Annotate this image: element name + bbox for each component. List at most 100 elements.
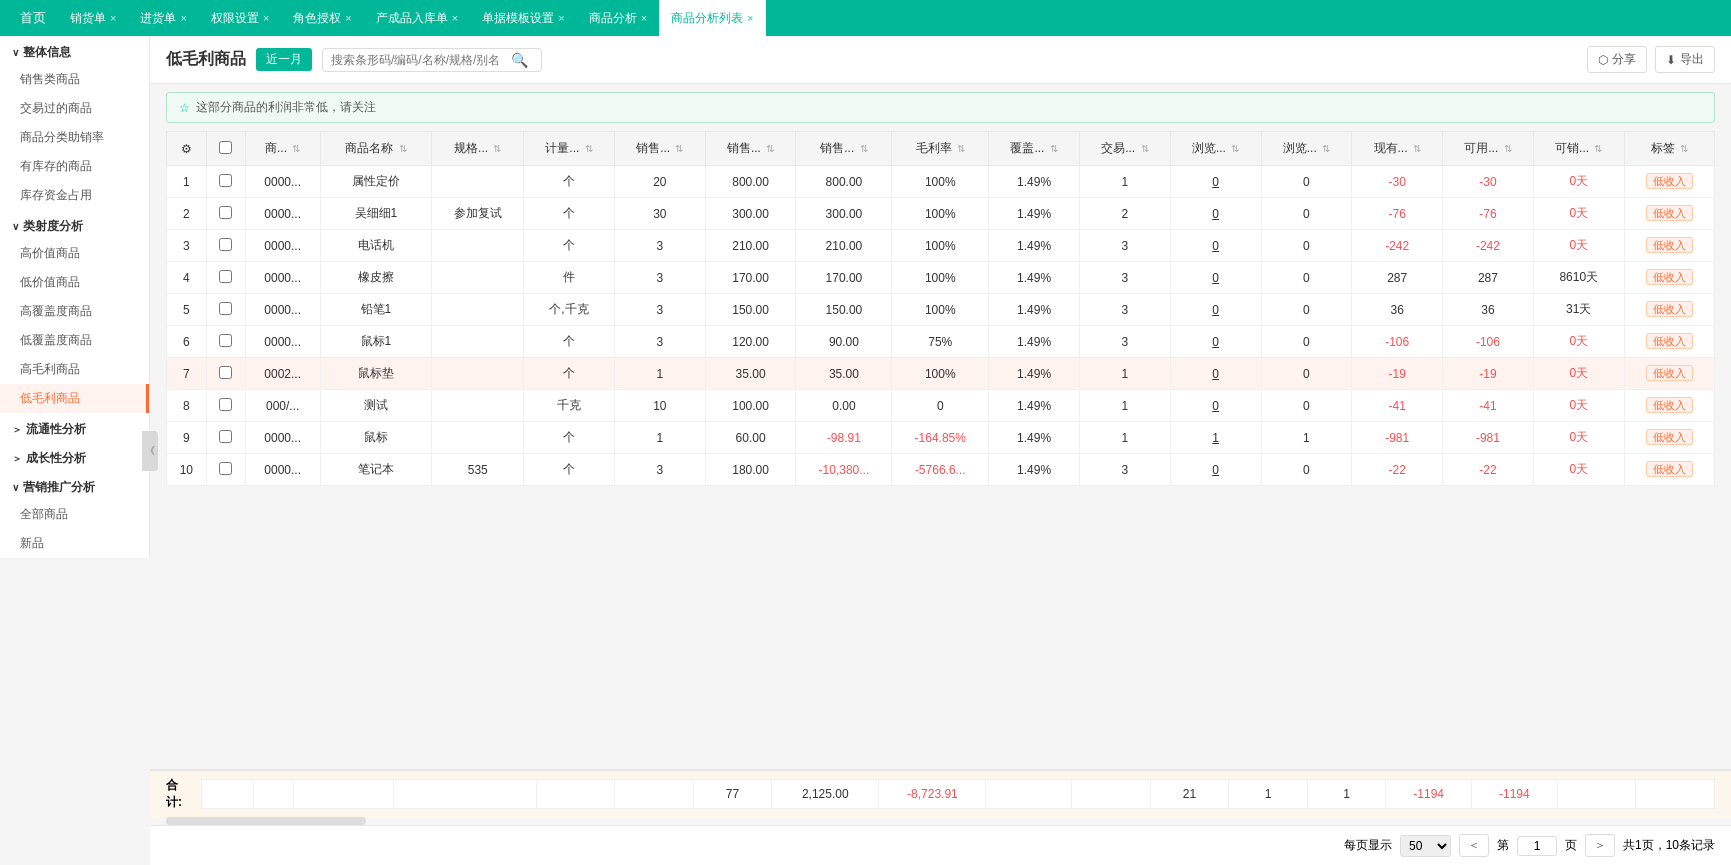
close-permission-icon[interactable]: × bbox=[263, 12, 269, 24]
nav-purchase[interactable]: 进货单× bbox=[128, 0, 198, 36]
sidebar-item-sales-products[interactable]: 销售类商品 bbox=[0, 65, 149, 94]
sidebar-group-category[interactable]: ∨ 类射度分析 bbox=[0, 210, 149, 239]
row-checkbox[interactable] bbox=[206, 198, 245, 230]
row-view1[interactable]: 0 bbox=[1170, 454, 1261, 486]
col-sale-profit[interactable]: 销售... ⇅ bbox=[796, 132, 892, 166]
col-code[interactable]: 商... ⇅ bbox=[245, 132, 320, 166]
nav-permission[interactable]: 权限设置× bbox=[199, 0, 281, 36]
close-sales-icon[interactable]: × bbox=[110, 12, 116, 24]
search-input[interactable] bbox=[331, 53, 511, 67]
nav-home[interactable]: 首页 bbox=[8, 0, 58, 36]
sidebar-item-high-value[interactable]: 高价值商品 bbox=[0, 239, 149, 268]
col-sale-amount[interactable]: 销售... ⇅ bbox=[705, 132, 796, 166]
row-view1[interactable]: 0 bbox=[1170, 390, 1261, 422]
col-view2[interactable]: 浏览... ⇅ bbox=[1261, 132, 1352, 166]
col-view1[interactable]: 浏览... ⇅ bbox=[1170, 132, 1261, 166]
col-coverage[interactable]: 覆盖... ⇅ bbox=[989, 132, 1080, 166]
col-settings[interactable]: ⚙ bbox=[167, 132, 207, 166]
share-button[interactable]: ⬡ 分享 bbox=[1587, 46, 1647, 73]
page-number-input[interactable] bbox=[1517, 836, 1557, 856]
nav-role[interactable]: 角色授权× bbox=[281, 0, 363, 36]
close-purchase-icon[interactable]: × bbox=[180, 12, 186, 24]
nav-product-in[interactable]: 产成品入库单× bbox=[364, 0, 470, 36]
close-analysis-icon[interactable]: × bbox=[641, 12, 647, 24]
close-analysis-list-icon[interactable]: × bbox=[747, 12, 753, 24]
row-view2: 0 bbox=[1261, 454, 1352, 486]
sidebar-group-circulation[interactable]: ＞ 流通性分析 bbox=[0, 413, 149, 442]
col-tag[interactable]: 标签 ⇅ bbox=[1624, 132, 1714, 166]
row-checkbox[interactable] bbox=[206, 390, 245, 422]
row-view1[interactable]: 0 bbox=[1170, 198, 1261, 230]
row-checkbox[interactable] bbox=[206, 166, 245, 198]
sidebar-group-overall[interactable]: ∨ 整体信息 bbox=[0, 36, 149, 65]
col-spec[interactable]: 规格... ⇅ bbox=[432, 132, 524, 166]
next-page-button[interactable]: ＞ bbox=[1585, 834, 1615, 857]
row-select-checkbox[interactable] bbox=[219, 270, 232, 283]
per-page-select[interactable]: 50 100 200 bbox=[1400, 835, 1451, 857]
col-saleable[interactable]: 可销... ⇅ bbox=[1533, 132, 1624, 166]
row-view1[interactable]: 0 bbox=[1170, 230, 1261, 262]
col-sale-count[interactable]: 销售... ⇅ bbox=[614, 132, 705, 166]
sidebar-collapse-button[interactable]: 《 bbox=[142, 431, 158, 471]
search-icon[interactable]: 🔍 bbox=[511, 52, 528, 68]
row-checkbox[interactable] bbox=[206, 326, 245, 358]
row-select-checkbox[interactable] bbox=[219, 302, 232, 315]
select-all-checkbox[interactable] bbox=[219, 141, 232, 154]
row-select-checkbox[interactable] bbox=[219, 238, 232, 251]
sidebar-item-in-stock[interactable]: 有库存的商品 bbox=[0, 152, 149, 181]
sidebar-item-low-value[interactable]: 低价值商品 bbox=[0, 268, 149, 297]
row-checkbox[interactable] bbox=[206, 422, 245, 454]
row-select-checkbox[interactable] bbox=[219, 462, 232, 475]
nav-template[interactable]: 单据模板设置× bbox=[470, 0, 576, 36]
close-product-in-icon[interactable]: × bbox=[452, 12, 458, 24]
row-select-checkbox[interactable] bbox=[219, 430, 232, 443]
sidebar-item-low-margin[interactable]: 低毛利商品 bbox=[0, 384, 149, 413]
sidebar-item-high-margin[interactable]: 高毛利商品 bbox=[0, 355, 149, 384]
sidebar-item-traded[interactable]: 交易过的商品 bbox=[0, 94, 149, 123]
sidebar-group-marketing[interactable]: ∨ 营销推广分析 bbox=[0, 471, 149, 500]
row-checkbox[interactable] bbox=[206, 294, 245, 326]
row-view1[interactable]: 1 bbox=[1170, 422, 1261, 454]
row-select-checkbox[interactable] bbox=[219, 174, 232, 187]
nav-sales[interactable]: 销货单× bbox=[58, 0, 128, 36]
row-select-checkbox[interactable] bbox=[219, 206, 232, 219]
row-coverage: 1.49% bbox=[989, 422, 1080, 454]
prev-page-button[interactable]: ＜ bbox=[1459, 834, 1489, 857]
close-role-icon[interactable]: × bbox=[345, 12, 351, 24]
row-select-checkbox[interactable] bbox=[219, 398, 232, 411]
sidebar-item-high-coverage[interactable]: 高覆盖度商品 bbox=[0, 297, 149, 326]
search-box: 🔍 bbox=[322, 48, 542, 72]
col-margin[interactable]: 毛利率 ⇅ bbox=[892, 132, 989, 166]
row-view1[interactable]: 0 bbox=[1170, 166, 1261, 198]
export-button[interactable]: ⬇ 导出 bbox=[1655, 46, 1715, 73]
row-view1[interactable]: 0 bbox=[1170, 326, 1261, 358]
row-checkbox[interactable] bbox=[206, 454, 245, 486]
sidebar-item-low-coverage[interactable]: 低覆盖度商品 bbox=[0, 326, 149, 355]
col-transaction[interactable]: 交易... ⇅ bbox=[1079, 132, 1170, 166]
sidebar-group-growth[interactable]: ＞ 成长性分析 bbox=[0, 442, 149, 471]
row-unit: 个 bbox=[524, 326, 615, 358]
sidebar-item-new-products[interactable]: 新品 bbox=[0, 529, 149, 558]
row-view1[interactable]: 0 bbox=[1170, 294, 1261, 326]
sidebar-item-stock-capital[interactable]: 库存资金占用 bbox=[0, 181, 149, 210]
nav-product-analysis-list[interactable]: 商品分析列表× bbox=[659, 0, 765, 36]
sidebar-item-all-products[interactable]: 全部商品 bbox=[0, 500, 149, 529]
col-available[interactable]: 可用... ⇅ bbox=[1443, 132, 1534, 166]
col-checkbox[interactable] bbox=[206, 132, 245, 166]
row-checkbox[interactable] bbox=[206, 230, 245, 262]
row-select-checkbox[interactable] bbox=[219, 334, 232, 347]
row-transaction: 2 bbox=[1079, 198, 1170, 230]
row-checkbox[interactable] bbox=[206, 358, 245, 390]
sidebar-item-category-rate[interactable]: 商品分类助销率 bbox=[0, 123, 149, 152]
row-view1[interactable]: 0 bbox=[1170, 262, 1261, 294]
row-checkbox[interactable] bbox=[206, 262, 245, 294]
col-name[interactable]: 商品名称 ⇅ bbox=[320, 132, 432, 166]
horizontal-scrollbar[interactable] bbox=[166, 817, 1715, 825]
col-unit[interactable]: 计量... ⇅ bbox=[524, 132, 615, 166]
close-template-icon[interactable]: × bbox=[558, 12, 564, 24]
row-view1[interactable]: 0 bbox=[1170, 358, 1261, 390]
nav-product-analysis[interactable]: 商品分析× bbox=[577, 0, 659, 36]
row-select-checkbox[interactable] bbox=[219, 366, 232, 379]
time-filter-button[interactable]: 近一月 bbox=[256, 48, 312, 71]
col-current[interactable]: 现有... ⇅ bbox=[1352, 132, 1443, 166]
